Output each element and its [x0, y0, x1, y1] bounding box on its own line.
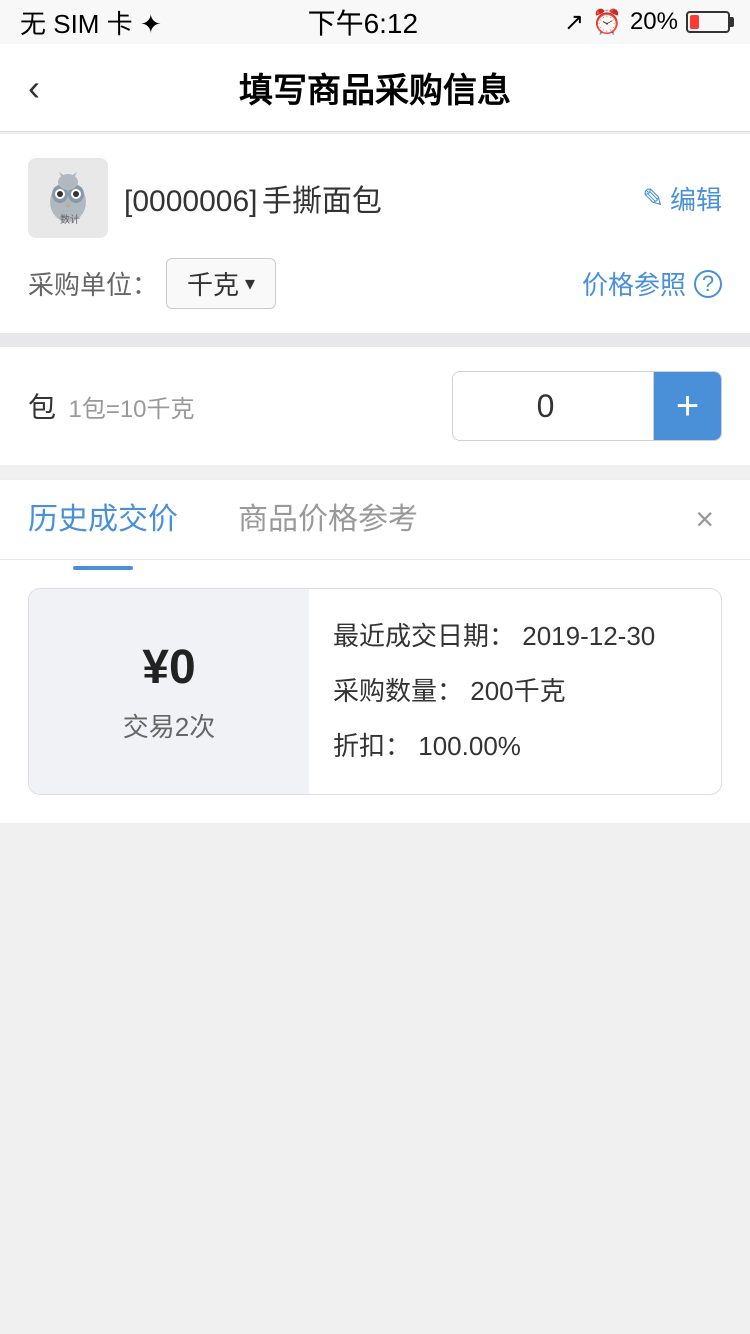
unit-value: 千克	[187, 265, 239, 302]
history-price-value: ¥0	[142, 640, 195, 695]
unit-select[interactable]: 千克 ▾	[166, 258, 276, 309]
quantity-row: 包 1包=10千克 +	[0, 347, 750, 465]
history-price-section: ¥0 交易2次	[29, 589, 309, 794]
quantity-conversion-label: 1包=10千克	[68, 396, 194, 423]
discount-row: 折扣： 100.00%	[333, 727, 697, 766]
nav-bar: ‹ 填写商品采购信息	[0, 44, 750, 132]
status-time: 下午6:12	[308, 2, 419, 42]
price-ref-label: 价格参照	[582, 265, 686, 302]
location-icon: ↗	[564, 8, 584, 37]
quantity-input[interactable]	[453, 372, 653, 440]
unit-label-text: 采购单位：	[28, 265, 158, 302]
product-info: 数计 [0000006] 手撕面包	[28, 158, 382, 238]
product-header: 数计 [0000006] 手撕面包 ✎ 编辑	[28, 158, 722, 238]
recent-date-row: 最近成交日期： 2019-12-30	[333, 617, 697, 656]
edit-label: 编辑	[670, 180, 722, 217]
history-content: ¥0 交易2次 最近成交日期： 2019-12-30 采购数量： 200千克 折…	[0, 560, 750, 823]
recent-date-value: 2019-12-30	[522, 621, 655, 651]
alarm-icon: ⏰	[592, 8, 622, 37]
quantity-increment-button[interactable]: +	[653, 372, 721, 440]
page-title: 填写商品采购信息	[239, 63, 511, 112]
status-bar: 无 SIM 卡 ✦ 下午6:12 ↗ ⏰ 20%	[0, 0, 750, 44]
sim-signal: 无 SIM 卡 ✦	[20, 4, 162, 41]
back-button[interactable]: ‹	[28, 67, 40, 109]
price-ref-help-icon: ?	[694, 270, 722, 298]
purchase-quantity-label: 采购数量：	[333, 676, 463, 706]
product-thumbnail: 数计	[28, 158, 108, 238]
battery-percent: 20%	[630, 8, 678, 36]
history-details-section: 最近成交日期： 2019-12-30 采购数量： 200千克 折扣： 100.0…	[309, 589, 721, 794]
tab-history-price[interactable]: 历史成交价	[28, 494, 178, 546]
product-title: 手撕面包	[262, 185, 382, 218]
purchase-quantity-row: 采购数量： 200千克	[333, 672, 697, 711]
product-card: 数计 [0000006] 手撕面包 ✎ 编辑 采购单位： 千克 ▾ 价格参照 ?	[0, 134, 750, 333]
tab-price-reference[interactable]: 商品价格参考	[238, 494, 418, 546]
tabs-header: 历史成交价 商品价格参考 ×	[0, 480, 750, 560]
owl-icon: 数计	[38, 168, 98, 228]
close-button[interactable]: ×	[687, 493, 722, 546]
svg-text:数计: 数计	[60, 213, 80, 226]
quantity-label-group: 包 1包=10千克	[28, 386, 195, 426]
purchase-quantity-value: 200千克	[470, 676, 565, 706]
product-id: [0000006]	[124, 185, 257, 218]
battery-indicator	[686, 11, 730, 33]
product-name: [0000006] 手撕面包	[124, 176, 382, 220]
quantity-control: +	[452, 371, 722, 441]
discount-label: 折扣：	[333, 731, 411, 761]
status-left: 无 SIM 卡 ✦	[20, 4, 162, 41]
discount-value: 100.00%	[418, 731, 521, 761]
tabs-nav: 历史成交价 商品价格参考	[28, 494, 418, 546]
section-divider	[0, 333, 750, 347]
history-card: ¥0 交易2次 最近成交日期： 2019-12-30 采购数量： 200千克 折…	[28, 588, 722, 795]
tabs-section: 历史成交价 商品价格参考 × ¥0 交易2次 最近成交日期： 2019-12-3…	[0, 479, 750, 823]
quantity-unit-label: 包	[28, 392, 56, 423]
status-right: ↗ ⏰ 20%	[564, 8, 730, 37]
dropdown-icon: ▾	[245, 271, 255, 296]
edit-icon: ✎	[642, 183, 664, 214]
recent-date-label: 最近成交日期：	[333, 621, 515, 651]
unit-label: 采购单位： 千克 ▾	[28, 258, 276, 309]
edit-button[interactable]: ✎ 编辑	[642, 180, 722, 217]
battery-fill	[690, 15, 699, 29]
product-unit-row: 采购单位： 千克 ▾ 价格参照 ?	[28, 258, 722, 309]
price-reference-button[interactable]: 价格参照 ?	[582, 265, 722, 302]
history-trades-count: 交易2次	[123, 707, 215, 744]
